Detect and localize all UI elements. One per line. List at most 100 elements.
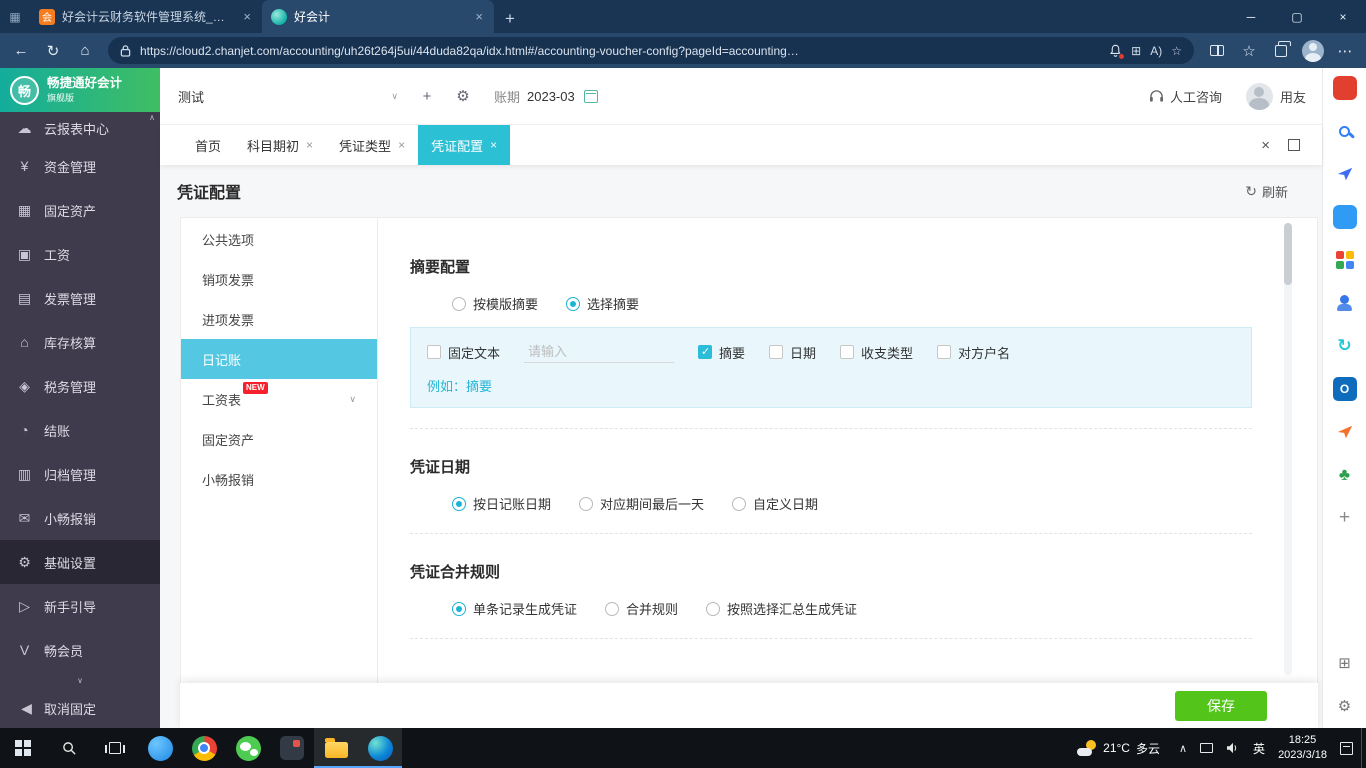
sidebar-item-basic-settings[interactable]: ⚙ 基础设置 [0,540,160,584]
tab-voucher-config[interactable]: 凭证配置 × [418,125,511,165]
action-center-icon[interactable] [1340,741,1353,755]
checkbox-summary[interactable]: 摘要 [698,343,745,362]
taskbar-clock[interactable]: 18:25 2023/3/18 [1278,733,1327,763]
sidebar-item-fixed-assets[interactable]: ▦ 固定资产 [0,188,160,232]
show-desktop-button[interactable] [1361,728,1366,768]
account-settings-icon[interactable]: ⚙ [450,83,476,109]
notifications-blocked-icon[interactable] [1109,44,1126,60]
close-all-tabs-icon[interactable]: × [1261,137,1270,154]
sidebar-item-inventory-accounting[interactable]: ⌂ 库存核算 [0,320,160,364]
favorites-icon[interactable]: ☆ [1234,36,1264,66]
sidebar-item-closing[interactable]: ◔ 结账 [0,408,160,452]
weather-widget[interactable]: 21°C 多云 [1071,740,1166,757]
grid-icon[interactable]: ⊞ [1333,651,1357,675]
tab-close-icon[interactable]: × [398,138,405,152]
sidebar-item-expense[interactable]: ✉ 小畅报销 [0,496,160,540]
tab-close-icon[interactable]: × [306,138,313,152]
new-tab-button[interactable]: + [496,5,524,33]
taskbar-app-wechat[interactable] [226,728,270,768]
radio-summarize-selected[interactable]: 按照选择汇总生成凭证 [706,599,857,618]
collections-icon[interactable] [1266,36,1296,66]
sidebar-item-tax-management[interactable]: ◈ 税务管理 [0,364,160,408]
checkbox-income-type[interactable]: 收支类型 [840,343,913,362]
display-icon[interactable] [1200,743,1214,753]
menu-item-common-options[interactable]: 公共选项 [181,219,377,259]
tab-close-icon[interactable]: × [241,9,253,24]
radio-journal-date[interactable]: 按日记账日期 [452,494,551,513]
save-button[interactable]: 保存 [1175,690,1267,721]
send-icon[interactable] [1333,420,1357,444]
hidden-icons-chevron[interactable]: ∧ [1179,742,1187,755]
input-language-button[interactable]: 英 [1253,740,1265,757]
user-menu[interactable]: 用友 [1245,82,1306,110]
color-grid-icon[interactable] [1333,248,1357,272]
taskbar-app-messenger[interactable] [138,728,182,768]
home-button[interactable]: ⌂ [70,36,100,66]
radio-custom-date[interactable]: 自定义日期 [732,494,818,513]
people-icon[interactable] [1333,291,1357,315]
checkbox-counterparty-name[interactable]: 对方户名 [937,343,1010,362]
profile-avatar[interactable] [1302,39,1324,62]
split-screen-icon[interactable] [1202,36,1232,66]
outlook-icon[interactable]: O [1332,377,1357,401]
refresh-button[interactable]: ↻ 刷新 [1245,182,1288,201]
tree-icon[interactable]: ♣ [1333,463,1357,487]
red-app-icon[interactable] [1332,76,1357,100]
tab-close-icon[interactable]: × [473,9,485,24]
period-picker[interactable]: 账期 2023-03 [494,87,598,106]
tab-list-icon[interactable]: ▦ [0,0,30,33]
menu-item-journal[interactable]: 日记账 [181,339,377,379]
paper-plane-icon[interactable] [1333,162,1357,186]
address-bar[interactable]: https://cloud2.chanjet.com/accounting/uh… [108,37,1194,64]
add-app-icon[interactable]: + [1333,506,1357,530]
reload-button[interactable]: ↻ [38,36,68,66]
close-window-button[interactable]: × [1320,0,1366,33]
back-button[interactable]: ← [6,36,36,66]
task-view-button[interactable] [92,728,138,768]
browser-tab-active[interactable]: 好会计 × [262,0,494,33]
taskbar-app-dark[interactable] [270,728,314,768]
fixed-text-input[interactable] [524,341,675,363]
tab-home[interactable]: 首页 [182,125,234,165]
browser-tab-inactive[interactable]: 会 好会计云财务软件管理系统_会计 × [30,0,262,33]
radio-select-summary[interactable]: 选择摘要 [566,294,639,313]
add-favorite-icon[interactable]: ☆ [1171,44,1182,58]
checkbox-date[interactable]: 日期 [769,343,816,362]
search-icon[interactable] [1333,119,1357,143]
taskbar-app-explorer[interactable] [314,728,358,768]
sidebar-item-invoice-management[interactable]: ▤ 发票管理 [0,276,160,320]
menu-item-purchase-invoice[interactable]: 进项发票 [181,299,377,339]
add-account-set-button[interactable]: + [414,83,440,109]
sidebar-item-beginner-guide[interactable]: ▷ 新手引导 [0,584,160,628]
radio-template-summary[interactable]: 按模版摘要 [452,294,538,313]
box-icon[interactable] [1332,205,1357,229]
start-button[interactable] [0,728,46,768]
checkbox-fixed-text[interactable]: 固定文本 [427,343,500,362]
radio-single-record[interactable]: 单条记录生成凭证 [452,599,577,618]
scroll-up-icon[interactable]: ∧ [149,113,155,122]
taskbar-search-button[interactable] [46,728,92,768]
sidebar-item-member[interactable]: V 畅会员 [0,628,160,672]
site-apps-icon[interactable]: ⊞ [1131,44,1141,58]
sidebar-item-payroll[interactable]: ▣ 工资 [0,232,160,276]
menu-item-fixed-assets[interactable]: 固定资产 [181,419,377,459]
read-aloud-icon[interactable]: A) [1150,44,1162,58]
menu-item-sales-invoice[interactable]: 销项发票 [181,259,377,299]
menu-item-payroll-sheet[interactable]: 工资表 NEW ∨ [181,379,377,419]
rail-settings-icon[interactable]: ⚙ [1333,694,1357,718]
volume-icon[interactable] [1226,742,1240,754]
sidebar-item-funds-management[interactable]: ¥ 资金管理 [0,144,160,188]
sidebar-item-archive-management[interactable]: ▥ 归档管理 [0,452,160,496]
minimize-button[interactable]: ─ [1228,0,1274,33]
form-scrollbar[interactable] [1284,223,1292,675]
unpin-sidebar-button[interactable]: ◀ 取消固定 [0,688,160,728]
taskbar-app-chrome[interactable] [182,728,226,768]
radio-period-last-day[interactable]: 对应期间最后一天 [579,494,704,513]
radio-merge-rule[interactable]: 合并规则 [605,599,678,618]
fullscreen-icon[interactable] [1288,139,1300,151]
account-set-select[interactable]: 测试 ∨ [176,81,404,112]
support-button[interactable]: 人工咨询 [1149,87,1222,106]
browser-menu-icon[interactable]: ⋯ [1330,36,1360,66]
sidebar-item-cloud-report-center[interactable]: ☁ 云报表中心 [0,112,160,144]
taskbar-app-edge[interactable] [358,728,402,768]
